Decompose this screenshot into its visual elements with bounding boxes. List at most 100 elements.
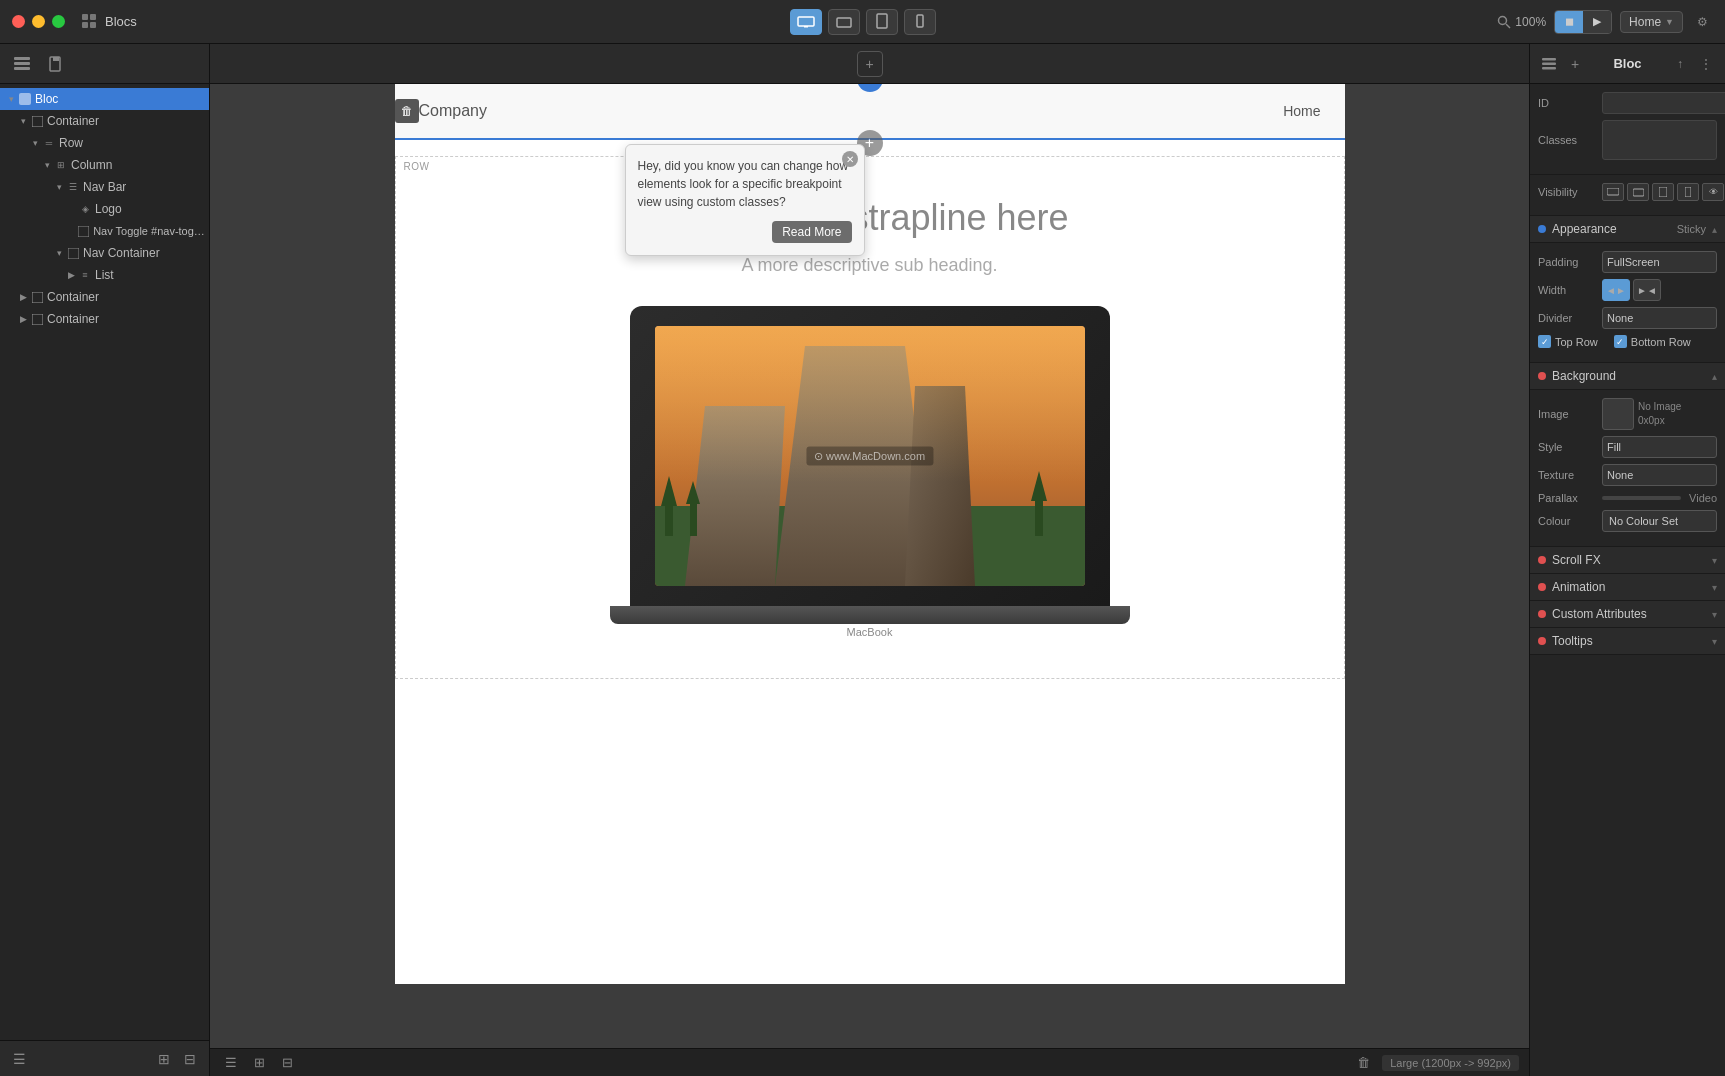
page-selector[interactable]: Home ▼: [1620, 11, 1683, 33]
colour-picker-btn[interactable]: No Colour Set: [1602, 510, 1717, 532]
tree-item-navcontainer[interactable]: ▾ Nav Container: [0, 242, 209, 264]
pages-icon[interactable]: [42, 53, 70, 75]
hamburger-icon[interactable]: ☰: [8, 1048, 30, 1070]
vis-tablet-p-icon: [1659, 187, 1667, 197]
classes-textarea[interactable]: [1602, 120, 1717, 160]
parallax-slider[interactable]: [1602, 496, 1681, 500]
vis-mobile-icon: [1685, 187, 1691, 197]
layers-icon[interactable]: [8, 53, 36, 75]
navcontainer-svg: [68, 248, 79, 259]
vis-eye-btn[interactable]: 👁: [1702, 183, 1724, 201]
read-more-btn[interactable]: Read More: [772, 221, 851, 243]
divider-row: Divider None Line Shadow: [1538, 307, 1717, 329]
divider-select[interactable]: None Line Shadow: [1602, 307, 1717, 329]
add-above-btn[interactable]: +: [857, 84, 883, 92]
tree-toggle-column[interactable]: ▾: [40, 158, 54, 172]
panel-plus-icon[interactable]: +: [1564, 53, 1586, 75]
add-bloc-btn[interactable]: ⊞: [153, 1048, 175, 1070]
svg-rect-19: [68, 248, 79, 259]
status-columns-icon[interactable]: ⊟: [276, 1052, 298, 1074]
device-tablet-landscape-btn[interactable]: [828, 9, 860, 35]
tree-item-column[interactable]: ▾ ⊞ Column: [0, 154, 209, 176]
tree-toggle-container2[interactable]: ▶: [16, 290, 30, 304]
scroll-fx-section-header[interactable]: Scroll FX ▾: [1530, 547, 1725, 574]
tree-item-bloc[interactable]: ▾ Bloc: [0, 88, 209, 110]
colour-row: Colour No Colour Set: [1538, 510, 1717, 532]
visibility-section: Visibility 👁: [1530, 175, 1725, 216]
tooltip-close-btn[interactable]: ✕: [842, 151, 858, 167]
image-preview-btn[interactable]: [1602, 398, 1634, 430]
tree-toggle-row[interactable]: ▾: [28, 136, 42, 150]
animation-section-header[interactable]: Animation ▾: [1530, 574, 1725, 601]
svg-marker-25: [905, 386, 975, 586]
panel-export-icon[interactable]: ↑: [1669, 53, 1691, 75]
watermark: ⊙ www.MacDown.com: [806, 447, 933, 466]
status-menu-icon[interactable]: ☰: [220, 1052, 242, 1074]
tree-toggle-bloc[interactable]: ▾: [4, 92, 18, 106]
toprow-checkbox-row: Top Row: [1538, 335, 1598, 348]
toprow-checkbox[interactable]: [1538, 335, 1551, 348]
device-tablet-portrait-btn[interactable]: [866, 9, 898, 35]
appearance-section-header[interactable]: Appearance Sticky ▴: [1530, 216, 1725, 243]
add-bloc-canvas-btn[interactable]: +: [857, 51, 883, 77]
custom-attributes-section-header[interactable]: Custom Attributes ▾: [1530, 601, 1725, 628]
vis-md-btn[interactable]: [1652, 183, 1674, 201]
nav-delete-btn[interactable]: 🗑: [395, 99, 419, 123]
nav-home-link[interactable]: Home: [1283, 103, 1320, 119]
width-contract-btn[interactable]: ►◄: [1633, 279, 1661, 301]
background-section-header[interactable]: Background ▴: [1530, 363, 1725, 390]
panel-layers-icon[interactable]: [1538, 53, 1560, 75]
settings-icon[interactable]: ⚙: [1691, 11, 1713, 33]
tree-item-container3[interactable]: ▶ Container: [0, 308, 209, 330]
texture-select[interactable]: None: [1602, 464, 1717, 486]
page-name: Home: [1629, 15, 1661, 29]
svg-rect-2: [82, 22, 88, 28]
edit-mode-btn[interactable]: ◼: [1555, 11, 1583, 33]
vis-xl-btn[interactable]: [1602, 183, 1624, 201]
padding-select[interactable]: FullScreen None Small Medium Large: [1602, 251, 1717, 273]
toolbar-right: 100% ◼ ▶ Home ▼ ⚙: [1497, 10, 1713, 34]
id-input[interactable]: [1602, 92, 1725, 114]
tree-item-navtoggle[interactable]: ▾ Nav Toggle #nav-toggle: [0, 220, 209, 242]
tree-item-list[interactable]: ▶ ≡ List: [0, 264, 209, 286]
appearance-label: Appearance: [1552, 222, 1677, 236]
tablet-landscape-icon: [836, 16, 852, 28]
tree-toggle-navbar[interactable]: ▾: [52, 180, 66, 194]
tree-item-row[interactable]: ▾ ═ Row: [0, 132, 209, 154]
tree-toggle-list[interactable]: ▶: [64, 268, 78, 282]
topbottom-row: Top Row Bottom Row: [1538, 335, 1717, 348]
status-grid-icon[interactable]: ⊞: [248, 1052, 270, 1074]
maximize-button[interactable]: [52, 15, 65, 28]
vis-sm-btn[interactable]: [1677, 183, 1699, 201]
status-trash-icon[interactable]: 🗑: [1352, 1052, 1374, 1074]
bottomrow-checkbox-row: Bottom Row: [1614, 335, 1691, 348]
bottomrow-checkbox[interactable]: [1614, 335, 1627, 348]
delete-bloc-btn[interactable]: ⊟: [179, 1048, 201, 1070]
svg-rect-33: [1542, 58, 1556, 61]
panel-more-icon[interactable]: ⋮: [1695, 53, 1717, 75]
minimize-button[interactable]: [32, 15, 45, 28]
tree-item-logo[interactable]: ▾ ◈ Logo: [0, 198, 209, 220]
style-select[interactable]: Fill Fit Stretch Tile: [1602, 436, 1717, 458]
tree-toggle-container1[interactable]: ▾: [16, 114, 30, 128]
tree-toggle-navcontainer[interactable]: ▾: [52, 246, 66, 260]
tree-item-container1[interactable]: ▾ Container: [0, 110, 209, 132]
width-expand-btn[interactable]: ◄►: [1602, 279, 1630, 301]
svg-rect-29: [690, 501, 697, 536]
tree-label-navbar: Nav Bar: [83, 180, 126, 194]
tree-item-navbar[interactable]: ▾ ☰ Nav Bar: [0, 176, 209, 198]
tree-toggle-container3[interactable]: ▶: [16, 312, 30, 326]
right-panel: + Bloc ↑ ⋮ ID Classes Visibility: [1529, 44, 1725, 1076]
tree-label-navtoggle: Nav Toggle #nav-toggle: [93, 225, 205, 237]
zoom-area: 100%: [1497, 15, 1546, 29]
preview-mode-btn[interactable]: ▶: [1583, 11, 1611, 33]
device-mobile-btn[interactable]: [904, 9, 936, 35]
tooltips-section-header[interactable]: Tooltips ▾: [1530, 628, 1725, 655]
tree-item-container2[interactable]: ▶ Container: [0, 286, 209, 308]
close-button[interactable]: [12, 15, 25, 28]
svg-rect-6: [837, 18, 851, 27]
bloc-icon: [18, 92, 32, 106]
device-desktop-btn[interactable]: [790, 9, 822, 35]
layers-svg: [14, 57, 30, 71]
vis-lg-btn[interactable]: [1627, 183, 1649, 201]
